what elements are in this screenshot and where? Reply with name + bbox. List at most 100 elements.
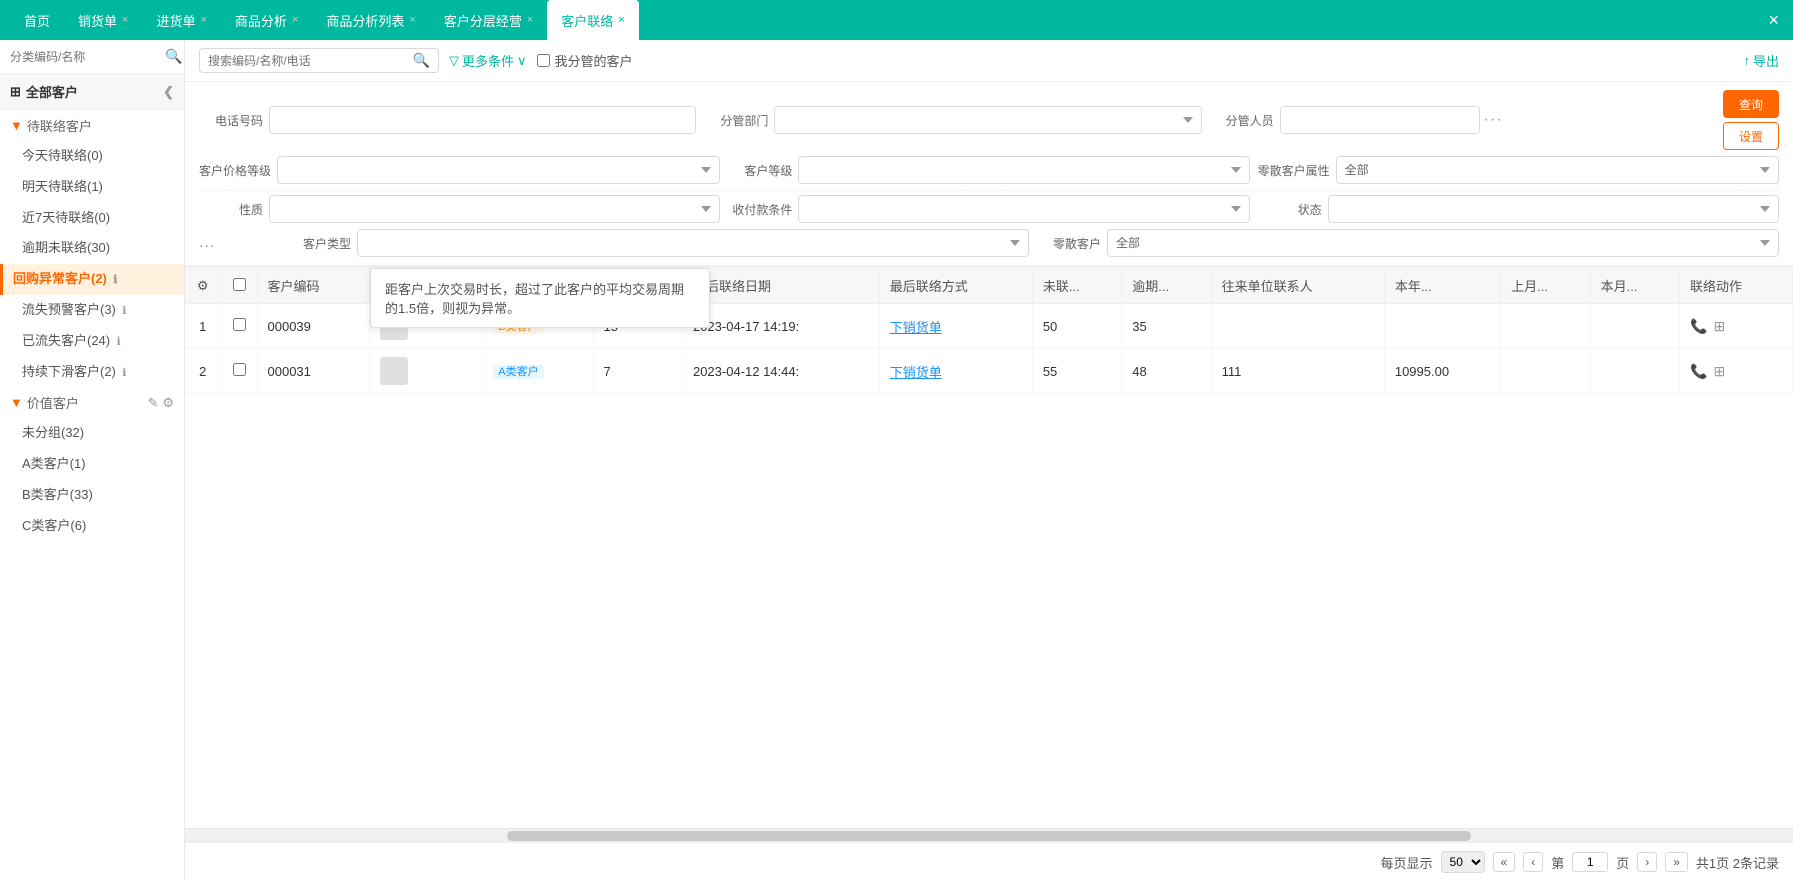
info-icon-lost: ℹ <box>116 336 120 348</box>
nav-customer-contact[interactable]: 客户联络 × <box>547 0 638 40</box>
customer-grade-label: 客户等级 <box>728 162 798 179</box>
td-last-method-1[interactable]: 下销货单 <box>879 304 1032 349</box>
my-customers-checkbox-label[interactable]: 我分管的客户 <box>537 51 633 70</box>
sidebar-loss-warning[interactable]: 流失预警客户(3) ℹ <box>0 295 184 326</box>
th-not-contacted[interactable]: 未联... <box>1032 268 1121 304</box>
nav-product-analysis-list[interactable]: 商品分析列表 × <box>312 0 429 40</box>
nav-sales-order[interactable]: 销货单 × <box>64 0 142 40</box>
my-customers-checkbox[interactable] <box>537 54 550 67</box>
pending-contact-group[interactable]: ▼ 待联络客户 <box>0 110 184 141</box>
td-overdue-2: 48 <box>1122 349 1211 394</box>
first-page-button[interactable]: « <box>1493 852 1516 872</box>
arrow-down-icon: ▼ <box>10 118 23 133</box>
close-product-analysis[interactable]: × <box>292 14 298 26</box>
sidebar-class-c[interactable]: C类客户(6) <box>0 511 184 542</box>
row4-dots-icon[interactable]: ... <box>199 234 215 252</box>
grid-icon: ⊞ <box>10 84 21 100</box>
th-last-month[interactable]: 上月... <box>1501 268 1590 304</box>
td-action-1: 📞 ⊞ <box>1680 304 1793 349</box>
nav-product-analysis[interactable]: 商品分析 × <box>221 0 312 40</box>
info-icon-repurchase: ℹ <box>113 274 117 286</box>
td-unit-contact-1 <box>1211 304 1384 349</box>
next-page-button[interactable]: › <box>1637 852 1657 872</box>
th-this-year[interactable]: 本年... <box>1384 268 1500 304</box>
value-customer-group[interactable]: ▼ 价值客户 ✎ ⚙ <box>0 387 184 418</box>
settings-button[interactable]: 设置 <box>1723 122 1779 150</box>
main-search-input[interactable] <box>208 54 413 68</box>
prev-page-button[interactable]: ‹ <box>1523 852 1543 872</box>
close-customer-contact[interactable]: × <box>618 14 624 26</box>
manager-filter-field: 分管人员 ··· <box>1210 106 1707 134</box>
price-grade-select[interactable] <box>277 156 720 184</box>
last-page-button[interactable]: » <box>1665 852 1688 872</box>
page-number-input[interactable] <box>1572 852 1608 872</box>
th-settings[interactable]: ⚙ <box>185 268 221 304</box>
phone-input[interactable] <box>269 106 696 134</box>
avatar-2 <box>380 357 408 385</box>
close-purchase-order[interactable]: × <box>200 14 206 26</box>
manager-dots-icon[interactable]: ··· <box>1484 111 1503 129</box>
row2-checkbox[interactable] <box>233 363 246 376</box>
repurchase-abnormal-wrap: 回购异常客户(2) ℹ <box>0 264 184 295</box>
export-icon: ↑ <box>1743 53 1750 68</box>
td-last-method-2[interactable]: 下销货单 <box>879 349 1032 394</box>
all-customers-header[interactable]: ⊞ 全部客户 ❮ <box>0 74 184 110</box>
export-button[interactable]: ↑ 导出 <box>1743 51 1779 70</box>
retail-attr-select[interactable]: 全部 <box>1336 156 1779 184</box>
th-last-contact-method[interactable]: 最后联络方式 <box>879 268 1032 304</box>
th-unit-contact[interactable]: 往来单位联系人 <box>1211 268 1384 304</box>
sidebar-7day-contact[interactable]: 近7天待联络(0) <box>0 203 184 234</box>
sidebar-search-icon[interactable]: 🔍 <box>165 48 182 65</box>
nav-purchase-order[interactable]: 进货单 × <box>142 0 220 40</box>
horizontal-scrollbar[interactable] <box>185 828 1793 842</box>
sidebar-tomorrow-contact[interactable]: 明天待联络(1) <box>0 172 184 203</box>
sidebar-repurchase-abnormal[interactable]: 回购异常客户(2) ℹ <box>0 264 184 295</box>
sidebar-declining-customers[interactable]: 持续下滑客户(2) ℹ <box>0 357 184 388</box>
status-field: 状态 <box>1258 195 1779 223</box>
nature-select[interactable] <box>269 195 720 223</box>
th-code[interactable]: 客户编码 <box>257 268 370 304</box>
last-method-link-2[interactable]: 下销货单 <box>890 365 942 380</box>
nav-home[interactable]: 首页 <box>10 0 64 40</box>
sidebar-overdue-contact[interactable]: 逾期未联络(30) <box>0 233 184 264</box>
settings-icon-small[interactable]: ⚙ <box>162 395 174 411</box>
more-conditions-button[interactable]: ▽ 更多条件 ∨ <box>449 51 527 70</box>
payment-terms-select[interactable] <box>798 195 1249 223</box>
call-icon-2[interactable]: 📞 <box>1690 363 1707 380</box>
th-action: 联络动作 <box>1680 268 1793 304</box>
row1-checkbox[interactable] <box>233 318 246 331</box>
close-sales-order[interactable]: × <box>122 14 128 26</box>
sidebar-ungrouped[interactable]: 未分组(32) <box>0 418 184 449</box>
per-page-select[interactable]: 50 <box>1441 851 1485 873</box>
sidebar-today-contact[interactable]: 今天待联络(0) <box>0 141 184 172</box>
scrollbar-thumb[interactable] <box>507 831 1472 841</box>
customer-type-select[interactable] <box>357 229 1029 257</box>
retail-customer-select[interactable]: 全部 <box>1107 229 1779 257</box>
grid-action-icon-2[interactable]: ⊞ <box>1713 363 1725 380</box>
sidebar-lost-customers[interactable]: 已流失客户(24) ℹ <box>0 326 184 357</box>
main-search-icon[interactable]: 🔍 <box>413 52 430 69</box>
sidebar-collapse-icon[interactable]: ❮ <box>163 84 174 100</box>
window-close-icon[interactable]: × <box>1768 10 1779 31</box>
call-icon-1[interactable]: 📞 <box>1690 318 1707 335</box>
edit-icon[interactable]: ✎ <box>147 395 158 411</box>
sidebar-class-a[interactable]: A类客户(1) <box>0 449 184 480</box>
sidebar-search-box: 🔍 <box>0 40 184 74</box>
sidebar-class-b[interactable]: B类客户(33) <box>0 480 184 511</box>
select-all-checkbox[interactable] <box>233 278 246 291</box>
th-overdue[interactable]: 逾期... <box>1122 268 1211 304</box>
manager-input[interactable] <box>1280 106 1480 134</box>
dept-select[interactable] <box>774 106 1201 134</box>
th-last-contact-date[interactable]: 最后联络日期 <box>682 268 879 304</box>
status-select[interactable] <box>1328 195 1779 223</box>
close-product-analysis-list[interactable]: × <box>409 14 415 26</box>
sidebar-search-input[interactable] <box>10 50 165 64</box>
close-customer-tiered[interactable]: × <box>527 14 533 26</box>
nav-customer-tiered[interactable]: 客户分层经营 × <box>430 0 547 40</box>
th-this-month[interactable]: 本月... <box>1590 268 1679 304</box>
grid-action-icon-1[interactable]: ⊞ <box>1713 318 1725 335</box>
td-index-2: 2 <box>185 349 221 394</box>
query-button[interactable]: 查询 <box>1723 90 1779 118</box>
last-method-link-1[interactable]: 下销货单 <box>890 320 942 335</box>
customer-grade-select[interactable] <box>798 156 1249 184</box>
